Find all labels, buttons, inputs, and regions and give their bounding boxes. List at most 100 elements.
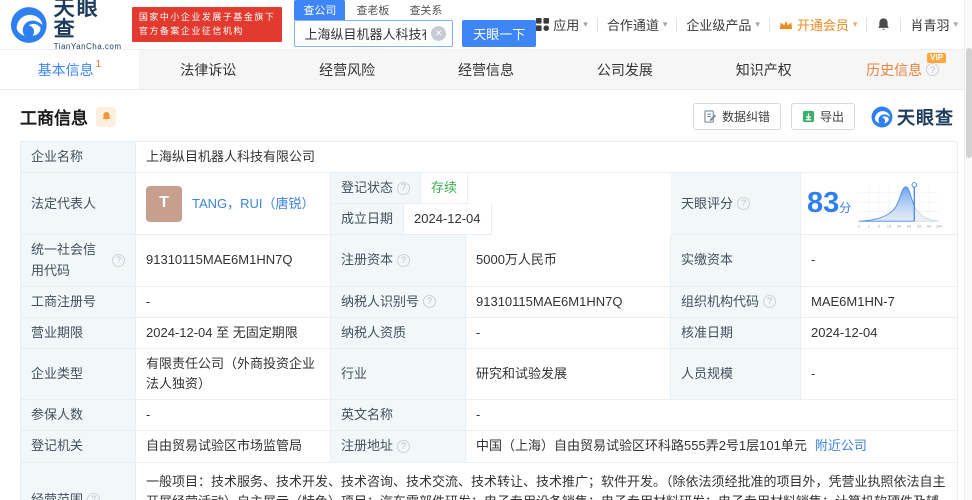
question-icon[interactable]: ? <box>87 493 100 500</box>
reg-number-value: - <box>136 287 331 318</box>
watermark-logo-text: 天眼查 <box>897 104 954 130</box>
field-label: 实缴资本 <box>671 235 801 286</box>
field-label: 经营范围 ? <box>21 463 136 500</box>
scrollbar-thumb[interactable] <box>966 48 972 158</box>
field-label: 人员规模 <box>671 349 801 400</box>
export-button[interactable]: 导出 <box>791 103 855 130</box>
notification-bell-icon[interactable] <box>876 17 891 32</box>
correction-icon <box>704 110 717 123</box>
reg-address-cell: 中国（上海）自由贸易试验区环科路555弄2号1层101单元 附近公司 <box>466 431 958 462</box>
user-menu[interactable]: 肖青羽 ▾ <box>910 15 958 34</box>
tab-basic-info[interactable]: 基本信息 1 <box>0 50 139 89</box>
reg-address-value: 中国（上海）自由贸易试验区环科路555弄2号1层101单元 <box>476 436 807 456</box>
apps-grid-icon <box>536 18 549 31</box>
question-icon[interactable]: ? <box>737 197 750 210</box>
top-header: 天眼查 TianYanCha.com 国家中小企业发展子基金旗下 官方备案企业征… <box>0 0 972 50</box>
monitor-bell-icon[interactable] <box>96 107 116 127</box>
gov-certification-badge: 国家中小企业发展子基金旗下 官方备案企业征信机构 <box>132 7 283 41</box>
search-area: 查公司 查老板 查关系 ✕ 天眼一下 <box>294 2 536 47</box>
question-icon[interactable]: ? <box>112 254 125 267</box>
approval-date-value: 2024-12-04 <box>801 318 958 349</box>
reg-authority-value: 自由贸易试验区市场监管局 <box>136 431 331 462</box>
menu-open-vip[interactable]: 开通会员 ▾ <box>779 15 858 34</box>
field-label: 工商注册号 <box>21 287 136 318</box>
status-date-group: 登记状态 ? 存续 成立日期 2024-12-04 <box>331 173 671 235</box>
tab-intellectual-property-label: 知识产权 <box>736 60 792 80</box>
question-icon[interactable]: ? <box>397 182 410 195</box>
search-tab-company[interactable]: 查公司 <box>294 0 345 20</box>
tab-legal-litigation[interactable]: 法律诉讼 <box>139 50 278 89</box>
credit-code-value: 91310115MAE6M1HN7Q <box>136 235 331 286</box>
divider <box>597 18 598 32</box>
question-icon[interactable]: ? <box>926 63 939 76</box>
tick-label: 1 <box>868 223 871 228</box>
menu-vip-label: 开通会员 <box>797 15 849 34</box>
table-row: 企业类型 有限责任公司（外商投资企业法人独资） 行业 研究和试验发展 人员规模 … <box>21 349 957 400</box>
tick-label: 95 <box>917 223 922 228</box>
reg-capital-value: 5000万人民币 <box>466 235 671 286</box>
score-unit: 分 <box>839 201 851 215</box>
chevron-down-icon: ▾ <box>755 19 760 30</box>
avatar[interactable]: T <box>146 186 182 222</box>
field-label: 登记状态 ? <box>331 173 421 204</box>
company-name-value: 上海纵目机器人科技有限公司 <box>136 142 958 173</box>
table-row: 工商注册号 - 纳税人识别号 ? 91310115MAE6M1HN7Q 组织机构… <box>21 287 957 318</box>
question-icon[interactable]: ? <box>397 254 410 267</box>
question-icon[interactable]: ? <box>423 295 436 308</box>
divider <box>866 18 867 32</box>
field-label: 天眼评分 ? <box>671 173 801 235</box>
scrollbar[interactable] <box>964 0 972 500</box>
crown-icon <box>779 19 793 31</box>
tab-company-development[interactable]: 公司发展 <box>555 50 694 89</box>
tab-legal-litigation-label: 法律诉讼 <box>180 60 236 80</box>
insured-count-value: - <box>136 400 331 431</box>
data-correction-button[interactable]: 数据纠错 <box>693 103 781 130</box>
reg-status-value: 存续 <box>421 173 468 204</box>
field-label: 组织机构代码 ? <box>671 287 801 318</box>
business-scope-label: 经营范围 <box>31 490 83 500</box>
credit-code-label: 统一社会信用代码 <box>31 240 108 280</box>
menu-cooperation-label: 合作通道 <box>607 15 659 34</box>
tab-business-risk[interactable]: 经营风险 <box>278 50 417 89</box>
tab-business-risk-label: 经营风险 <box>319 60 375 80</box>
field-label: 行业 <box>331 349 466 400</box>
tick-label: 84 <box>907 223 912 228</box>
tab-intellectual-property[interactable]: 知识产权 <box>694 50 833 89</box>
chevron-down-icon: ▾ <box>953 19 958 30</box>
taxpayer-id-value: 91310115MAE6M1HN7Q <box>466 287 671 318</box>
search-tab-relation[interactable]: 查关系 <box>400 0 451 20</box>
table-row: 参保人数 - 英文名称 - <box>21 400 957 431</box>
company-nav-tabs: 基本信息 1 法律诉讼 经营风险 经营信息 公司发展 知识产权 VIP 历史信息… <box>0 50 972 90</box>
tab-business-info[interactable]: 经营信息 <box>417 50 556 89</box>
tick-label: 50 <box>897 223 902 228</box>
nearby-companies-link[interactable]: 附近公司 <box>815 436 867 456</box>
reg-capital-label: 注册资本 <box>341 250 393 270</box>
field-label: 参保人数 <box>21 400 136 431</box>
tab-basic-info-count: 1 <box>96 59 102 70</box>
tianyancha-logo[interactable]: 天眼查 TianYanCha.com <box>10 0 122 51</box>
gov-badge-line1: 国家中小企业发展子基金旗下 <box>139 11 276 24</box>
search-tab-boss[interactable]: 查老板 <box>347 0 398 20</box>
table-row: 经营范围 ? 一般项目：技术服务、技术开发、技术咨询、技术交流、技术转让、技术推… <box>21 463 957 500</box>
menu-enterprise-products[interactable]: 企业级产品 ▾ <box>686 15 760 34</box>
menu-apps[interactable]: 应用 ▾ <box>536 15 588 34</box>
field-label: 注册地址 ? <box>331 431 466 462</box>
english-name-value: - <box>466 400 958 431</box>
question-icon[interactable]: ? <box>763 295 776 308</box>
business-info-table: 企业名称 上海纵目机器人科技有限公司 法定代表人 T TANG，RUI（唐锐） … <box>20 141 957 500</box>
tab-history-info[interactable]: VIP 历史信息 ? <box>833 50 972 89</box>
tick-label: 100 <box>936 223 943 228</box>
tick-label: 99 <box>927 223 932 228</box>
legal-rep-link[interactable]: TANG，RUI（唐锐） <box>192 194 315 214</box>
search-button[interactable]: 天眼一下 <box>462 20 536 47</box>
search-input[interactable] <box>294 20 453 47</box>
menu-cooperation[interactable]: 合作通道 ▾ <box>607 15 668 34</box>
chevron-down-icon: ▾ <box>663 19 668 30</box>
question-icon[interactable]: ? <box>397 440 410 453</box>
score-value: 83 <box>807 187 839 219</box>
org-code-label: 组织机构代码 <box>681 292 759 312</box>
score-cell[interactable]: 83分 <box>801 173 958 235</box>
tick-label: 5 <box>878 223 881 228</box>
chevron-down-icon: ▾ <box>853 19 858 30</box>
logo-title: 天眼查 <box>54 0 122 40</box>
